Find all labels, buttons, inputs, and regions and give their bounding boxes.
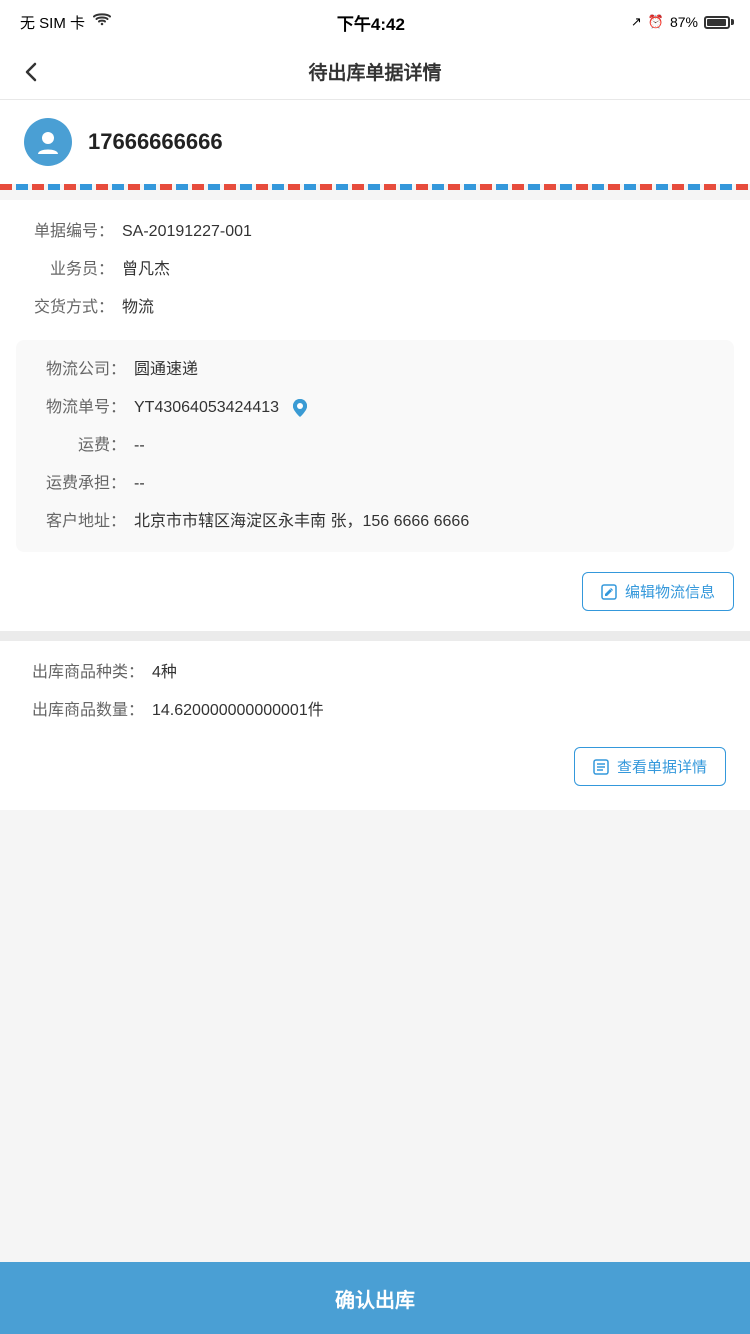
logistics-freight-label: 运费： (36, 434, 126, 458)
delivery-value: 物流 (122, 296, 726, 320)
gray-divider (0, 631, 750, 641)
logistics-company-row: 物流公司： 圆通速递 (36, 358, 714, 382)
battery-percent: 87% (670, 14, 698, 30)
staff-row: 业务员： 曾凡杰 (24, 258, 726, 282)
status-time: 下午4:42 (337, 10, 405, 35)
doc-number-label: 单据编号： (24, 220, 114, 244)
delivery-label: 交货方式： (24, 296, 114, 320)
doc-number-value: SA-20191227-001 (122, 220, 726, 244)
goods-quantity-row: 出库商品数量： 14.620000000000001件 (24, 699, 726, 723)
edit-logistics-button[interactable]: 编辑物流信息 (582, 572, 734, 611)
goods-quantity-label: 出库商品数量： (24, 699, 144, 723)
logistics-address-value: 北京市市辖区海淀区永丰南 张，156 6666 6666 (134, 510, 714, 534)
logistics-card: 物流公司： 圆通速递 物流单号： YT43064053424413 运费： -- (16, 340, 734, 552)
confirm-bar[interactable]: 确认出库 (0, 1262, 750, 1334)
logistics-tracking-row: 物流单号： YT43064053424413 (36, 396, 714, 420)
detail-button-wrap: 查看单据详情 (24, 737, 726, 790)
status-left: 无 SIM 卡 (20, 12, 111, 33)
logistics-freight-row: 运费： -- (36, 434, 714, 458)
confirm-button-label: 确认出库 (335, 1284, 415, 1313)
page-title: 待出库单据详情 (308, 58, 441, 85)
battery-icon (704, 16, 730, 29)
bottom-spacer (0, 810, 750, 1010)
logistics-address-row: 客户地址： 北京市市辖区海淀区永丰南 张，156 6666 6666 (36, 510, 714, 534)
edit-button-wrap: 编辑物流信息 (16, 562, 734, 615)
goods-section: 出库商品种类： 4种 出库商品数量： 14.620000000000001件 查… (0, 641, 750, 810)
logistics-address-label: 客户地址： (36, 510, 126, 534)
basic-info-section: 单据编号： SA-20191227-001 业务员： 曾凡杰 交货方式： 物流 (0, 200, 750, 340)
goods-type-value: 4种 (152, 661, 726, 685)
status-bar: 无 SIM 卡 下午4:42 ↗ ⏰ 87% (0, 0, 750, 44)
carrier-text: 无 SIM 卡 (20, 12, 85, 33)
staff-label: 业务员： (24, 258, 114, 282)
tracking-location-icon[interactable] (289, 397, 311, 419)
wifi-icon (93, 13, 111, 31)
staff-value: 曾凡杰 (122, 258, 726, 282)
logistics-company-label: 物流公司： (36, 358, 126, 382)
logistics-freight-bearer-value: -- (134, 472, 714, 496)
back-button[interactable] (20, 56, 44, 88)
alarm-icon: ⏰ (648, 14, 664, 30)
logistics-tracking-label: 物流单号： (36, 396, 126, 420)
user-header: 17666666666 (0, 100, 750, 184)
location-status-icon: ↗ (631, 14, 642, 30)
logistics-tracking-value: YT43064053424413 (134, 396, 714, 420)
dashed-divider (0, 184, 750, 190)
user-phone: 17666666666 (88, 129, 223, 155)
doc-number-row: 单据编号： SA-20191227-001 (24, 220, 726, 244)
logistics-freight-bearer-label: 运费承担： (36, 472, 126, 496)
delivery-row: 交货方式： 物流 (24, 296, 726, 320)
goods-type-row: 出库商品种类： 4种 (24, 661, 726, 685)
goods-type-label: 出库商品种类： (24, 661, 144, 685)
logistics-freight-bearer-row: 运费承担： -- (36, 472, 714, 496)
logistics-company-value: 圆通速递 (134, 358, 714, 382)
status-right: ↗ ⏰ 87% (631, 14, 730, 30)
view-detail-button[interactable]: 查看单据详情 (574, 747, 726, 786)
goods-quantity-value: 14.620000000000001件 (152, 699, 726, 723)
nav-bar: 待出库单据详情 (0, 44, 750, 100)
logistics-freight-value: -- (134, 434, 714, 458)
logistics-wrapper: 物流公司： 圆通速递 物流单号： YT43064053424413 运费： -- (0, 340, 750, 631)
avatar (24, 118, 72, 166)
